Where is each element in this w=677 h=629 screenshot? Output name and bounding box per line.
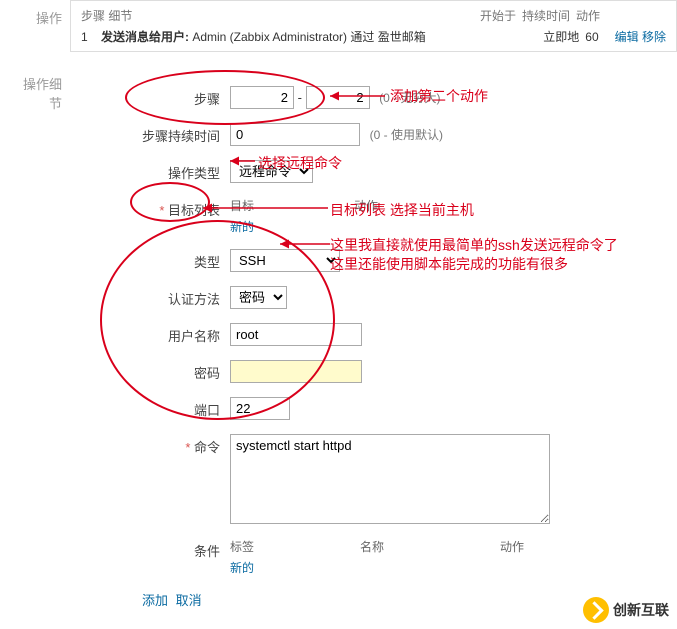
type-select[interactable]: SSH [230,249,340,272]
add-button[interactable]: 添加 [142,593,168,608]
targets-label: 目标列表 [80,197,230,219]
col-steps-detail: 步骤 细节 [81,7,474,24]
targets-col1: 目标 [230,197,254,214]
watermark-text: 创新互联 [613,600,669,620]
duration-label: 步骤持续时间 [80,123,230,145]
duration-input[interactable] [230,123,360,146]
remove-link[interactable]: 移除 [642,30,666,44]
conditions-label: 条件 [80,538,230,560]
command-label: 命令 [80,434,230,456]
optype-label: 操作类型 [80,160,230,182]
ops-section-label: 操作 [0,0,70,52]
ops-table: 步骤 细节 开始于 持续时间 动作 1 发送消息给用户: Admin (Zabb… [70,0,677,52]
optype-select[interactable]: 远程命令 [230,160,313,183]
row-desc: 发送消息给用户: Admin (Zabbix Administrator) 通过… [101,28,537,45]
cond-new-link[interactable]: 新的 [230,561,254,575]
password-label: 密码 [80,360,230,382]
row-number: 1 [81,30,95,44]
password-input[interactable] [230,360,362,383]
col-startat: 开始于 [480,7,516,24]
cond-col1: 标签 [230,538,360,555]
row-startat: 立即地 [543,28,579,45]
type-label: 类型 [80,249,230,271]
step-from-input[interactable] [230,86,294,109]
step-to-input[interactable] [306,86,370,109]
ops-header: 步骤 细节 开始于 持续时间 动作 [81,7,666,24]
command-input[interactable]: systemctl start httpd [230,434,550,524]
cond-col3: 动作 [500,538,524,555]
step-hint: (0 - 无穷大) [379,91,440,105]
cond-col2: 名称 [360,538,500,555]
col-duration: 持续时间 [522,7,570,24]
watermark: 创新互联 [583,597,669,623]
watermark-logo-icon [583,597,609,623]
port-label: 端口 [80,397,230,419]
username-label: 用户名称 [80,323,230,345]
ops-row-1: 1 发送消息给用户: Admin (Zabbix Administrator) … [81,28,666,45]
port-input[interactable] [230,397,290,420]
auth-label: 认证方法 [80,286,230,308]
row-duration: 60 [585,30,598,44]
duration-hint: (0 - 使用默认) [370,128,443,142]
col-action: 动作 [576,7,600,24]
targets-new-link[interactable]: 新的 [230,220,254,234]
details-section-label: 操作细节 [0,66,70,629]
step-label: 步骤 [80,86,230,108]
edit-link[interactable]: 编辑 [615,30,639,44]
cancel-button[interactable]: 取消 [176,593,202,608]
username-input[interactable] [230,323,362,346]
auth-select[interactable]: 密码 [230,286,287,309]
targets-col2: 动作 [354,197,378,214]
